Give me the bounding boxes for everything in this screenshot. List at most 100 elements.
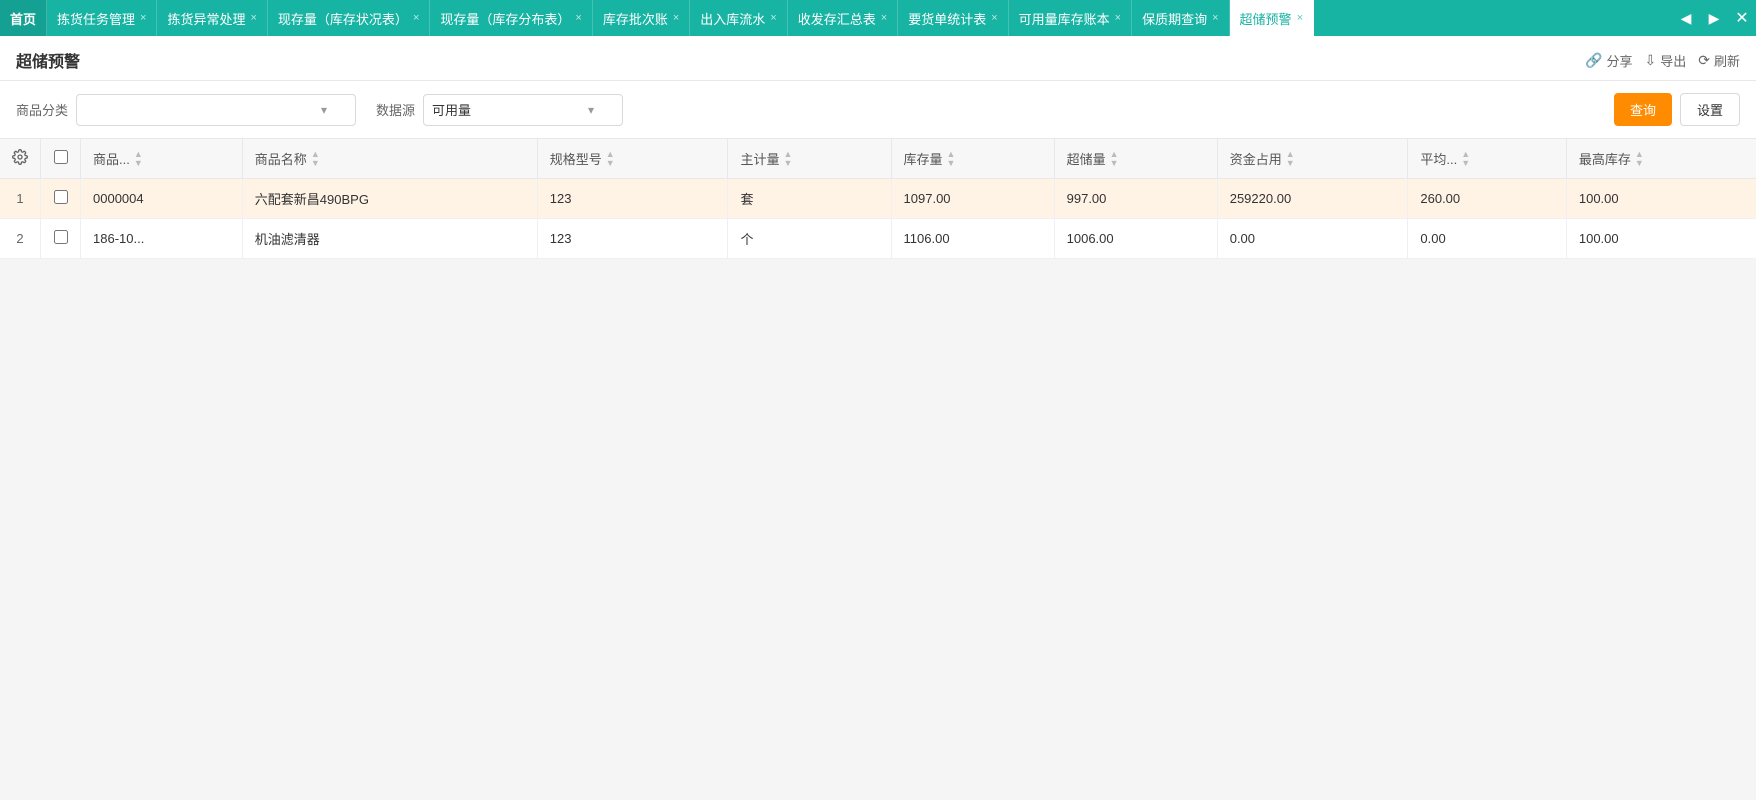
nav-arrows: ◀ ▶ ✕ [1672, 0, 1756, 36]
close-icon[interactable]: × [770, 12, 776, 24]
row-checkbox[interactable] [54, 190, 68, 204]
row-stock: 1097.00 [891, 179, 1054, 219]
col-spec-sort[interactable]: 规格型号 ▲▼ [550, 149, 615, 168]
row-stock: 1106.00 [891, 219, 1054, 259]
row-unit: 个 [728, 219, 891, 259]
row-code: 186-10... [81, 219, 243, 259]
settings-button[interactable]: 设置 [1680, 93, 1740, 126]
close-icon[interactable]: × [673, 12, 679, 24]
nav-item-in-out-flow[interactable]: 出入库流水 × [690, 0, 787, 36]
col-avg-header: 平均... ▲▼ [1408, 139, 1566, 179]
col-stock-header: 库存量 ▲▼ [891, 139, 1054, 179]
row-avg: 260.00 [1408, 179, 1566, 219]
close-icon[interactable]: × [575, 12, 581, 24]
nav-item-pick-exception[interactable]: 拣货异常处理 × [157, 0, 267, 36]
col-checkbox-header [41, 139, 81, 179]
sort-arrows-icon: ▲▼ [311, 150, 320, 168]
nav-item-inventory-status[interactable]: 现存量（库存状况表） × [268, 0, 430, 36]
col-code-sort[interactable]: 商品... ▲▼ [93, 149, 143, 168]
close-icon[interactable]: × [991, 12, 997, 24]
sort-arrows-icon: ▲▼ [947, 150, 956, 168]
table-row: 1 0000004 六配套新昌490BPG 123 套 1097.00 997.… [0, 179, 1756, 219]
col-max-sort[interactable]: 最高库存 ▲▼ [1579, 149, 1644, 168]
category-select[interactable]: ▾ [76, 94, 356, 126]
close-icon[interactable]: × [413, 12, 419, 24]
datasource-filter-group: 数据源 可用量 ▾ [376, 94, 623, 126]
nav-item-order-stats[interactable]: 要货单统计表 × [898, 0, 1008, 36]
row-max: 100.00 [1566, 219, 1756, 259]
chevron-down-icon: ▾ [588, 103, 594, 117]
category-filter-group: 商品分类 ▾ [16, 94, 356, 126]
row-spec: 123 [537, 219, 728, 259]
gear-icon[interactable] [12, 153, 28, 168]
datasource-label: 数据源 [376, 100, 415, 119]
table-container: 商品... ▲▼ 商品名称 ▲▼ 规格型号 ▲▼ [0, 139, 1756, 259]
row-capital: 259220.00 [1217, 179, 1408, 219]
col-stock-sort[interactable]: 库存量 ▲▼ [904, 149, 956, 168]
refresh-icon: ⟳ [1698, 52, 1710, 69]
refresh-action[interactable]: ⟳ 刷新 [1698, 51, 1740, 70]
nav-item-expiry-query[interactable]: 保质期查询 × [1132, 0, 1229, 36]
row-overstock: 997.00 [1054, 179, 1217, 219]
close-icon[interactable]: × [1297, 12, 1303, 24]
col-gear [0, 139, 41, 179]
nav-prev-button[interactable]: ◀ [1672, 0, 1700, 36]
category-label: 商品分类 [16, 100, 68, 119]
page-header: 超储预警 🔗 分享 ⇩ 导出 ⟳ 刷新 [0, 36, 1756, 81]
export-icon: ⇩ [1645, 52, 1657, 69]
close-icon[interactable]: × [1115, 12, 1121, 24]
share-icon: 🔗 [1585, 52, 1602, 69]
col-capital-sort[interactable]: 资金占用 ▲▼ [1230, 149, 1295, 168]
col-unit-sort[interactable]: 主计量 ▲▼ [740, 149, 792, 168]
table-header-row: 商品... ▲▼ 商品名称 ▲▼ 规格型号 ▲▼ [0, 139, 1756, 179]
nav-item-available-account[interactable]: 可用量库存账本 × [1009, 0, 1132, 36]
close-icon[interactable]: × [1212, 12, 1218, 24]
col-overstock-sort[interactable]: 超储量 ▲▼ [1067, 149, 1119, 168]
row-num-cell: 2 [0, 219, 41, 259]
sort-arrows-icon: ▲▼ [1635, 150, 1644, 168]
row-num-cell: 1 [0, 179, 41, 219]
datasource-select[interactable]: 可用量 ▾ [423, 94, 623, 126]
nav-item-home[interactable]: 首页 [0, 0, 47, 36]
col-name-sort[interactable]: 商品名称 ▲▼ [255, 149, 320, 168]
row-checkbox[interactable] [54, 230, 68, 244]
sort-arrows-icon: ▲▼ [606, 150, 615, 168]
col-name-header: 商品名称 ▲▼ [242, 139, 537, 179]
col-max-header: 最高库存 ▲▼ [1566, 139, 1756, 179]
top-nav: 首页 拣货任务管理 × 拣货异常处理 × 现存量（库存状况表） × 现存量（库存… [0, 0, 1756, 36]
overstock-table: 商品... ▲▼ 商品名称 ▲▼ 规格型号 ▲▼ [0, 139, 1756, 259]
header-actions: 🔗 分享 ⇩ 导出 ⟳ 刷新 [1585, 51, 1740, 70]
select-all-checkbox[interactable] [54, 150, 68, 164]
nav-item-inventory-dist[interactable]: 现存量（库存分布表） × [430, 0, 592, 36]
datasource-value: 可用量 [432, 100, 471, 119]
close-icon[interactable]: × [250, 12, 256, 24]
row-checkbox-cell [41, 219, 81, 259]
nav-next-button[interactable]: ▶ [1700, 0, 1728, 36]
row-name: 六配套新昌490BPG [242, 179, 537, 219]
chevron-down-icon: ▾ [321, 103, 327, 117]
nav-close-button[interactable]: ✕ [1728, 0, 1756, 36]
col-overstock-header: 超储量 ▲▼ [1054, 139, 1217, 179]
nav-item-overstock-warning[interactable]: 超储预警 × [1230, 0, 1314, 36]
share-action[interactable]: 🔗 分享 [1585, 51, 1632, 70]
row-max: 100.00 [1566, 179, 1756, 219]
table-row: 2 186-10... 机油滤清器 123 个 1106.00 1006.00 … [0, 219, 1756, 259]
query-button[interactable]: 查询 [1614, 93, 1672, 126]
sort-arrows-icon: ▲▼ [134, 150, 143, 168]
row-checkbox-cell [41, 179, 81, 219]
close-icon[interactable]: × [140, 12, 146, 24]
table-body: 1 0000004 六配套新昌490BPG 123 套 1097.00 997.… [0, 179, 1756, 259]
col-avg-sort[interactable]: 平均... ▲▼ [1420, 149, 1470, 168]
sort-arrows-icon: ▲▼ [1110, 150, 1119, 168]
row-code: 0000004 [81, 179, 243, 219]
page-title: 超储预警 [16, 48, 80, 72]
export-action[interactable]: ⇩ 导出 [1645, 51, 1687, 70]
nav-item-summary-table[interactable]: 收发存汇总表 × [788, 0, 898, 36]
nav-item-pick-task[interactable]: 拣货任务管理 × [47, 0, 157, 36]
row-overstock: 1006.00 [1054, 219, 1217, 259]
nav-item-batch-account[interactable]: 库存批次账 × [593, 0, 690, 36]
col-code-header: 商品... ▲▼ [81, 139, 243, 179]
col-spec-header: 规格型号 ▲▼ [537, 139, 728, 179]
col-capital-header: 资金占用 ▲▼ [1217, 139, 1408, 179]
close-icon[interactable]: × [881, 12, 887, 24]
